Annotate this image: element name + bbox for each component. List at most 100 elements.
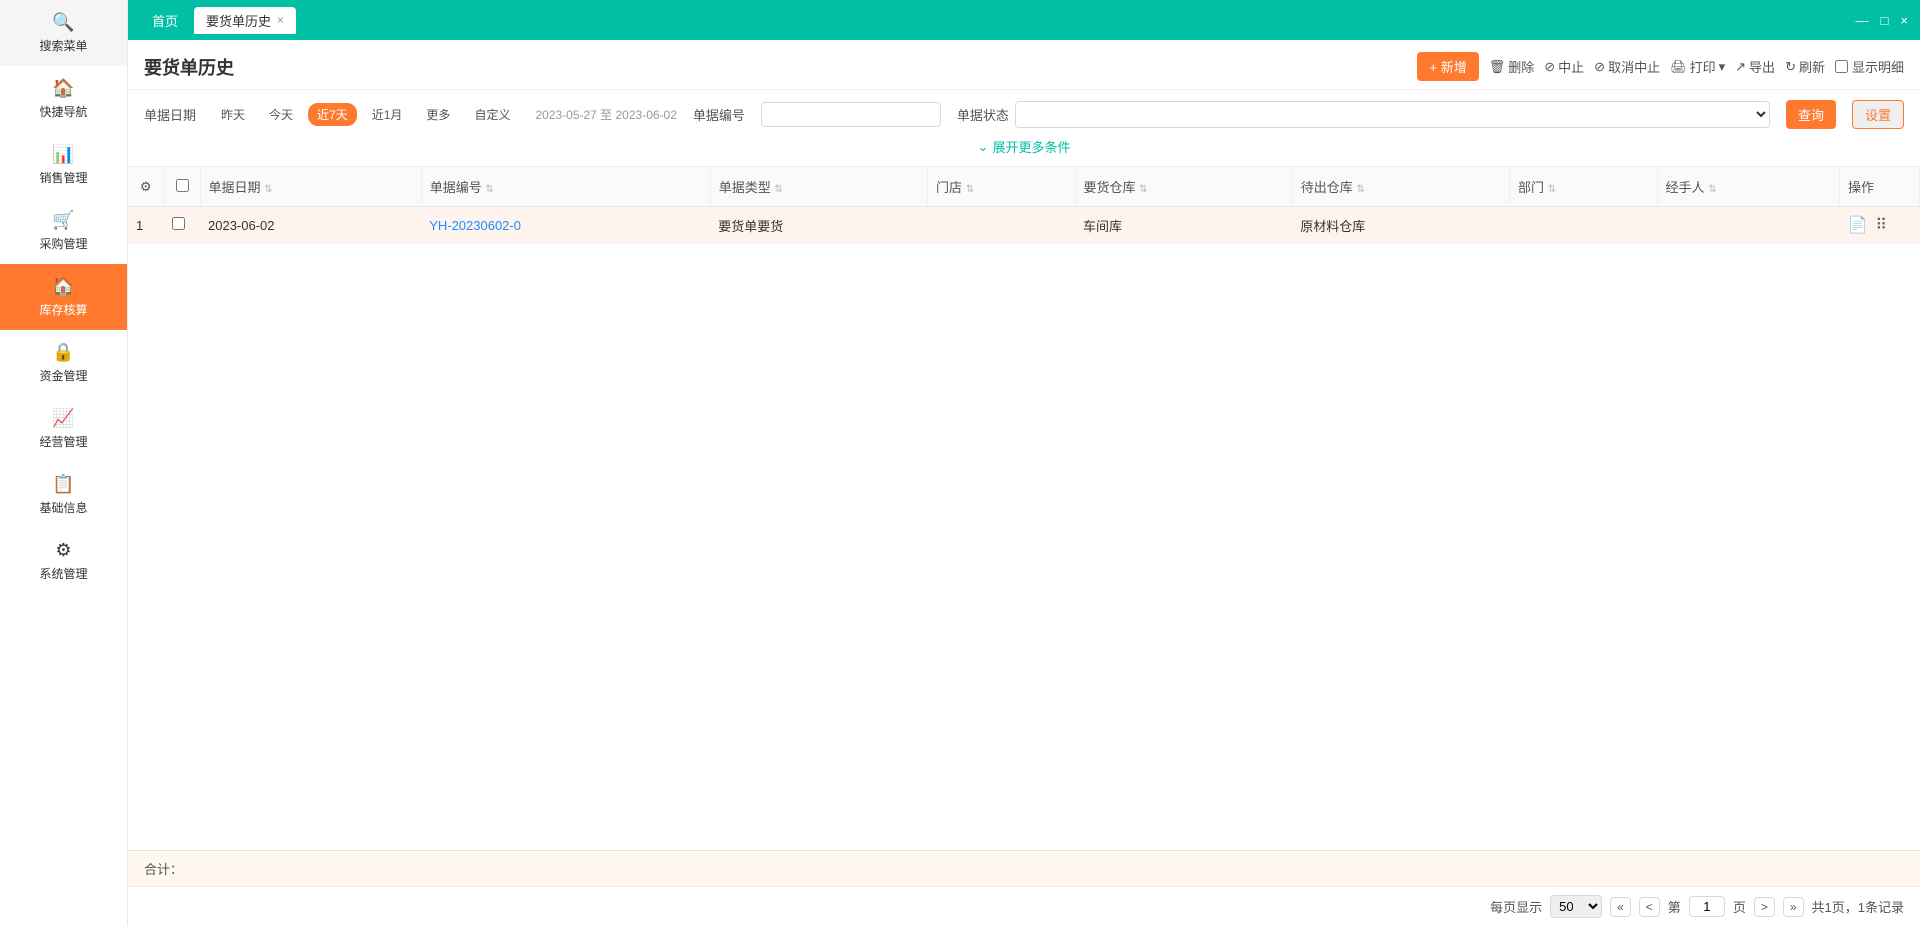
row-pending-warehouse: 原材料仓库	[1292, 207, 1509, 244]
th-req-warehouse[interactable]: 要货仓库 ⇅	[1075, 167, 1292, 207]
row-number[interactable]: YH-20230602-0	[421, 207, 710, 244]
sort-number-icon: ⇅	[485, 184, 493, 195]
doc-number-input[interactable]	[761, 102, 941, 127]
row-checkbox[interactable]	[164, 207, 200, 244]
per-page-label: 每页显示	[1490, 897, 1542, 916]
search-icon: 🔍	[52, 12, 74, 33]
expand-more-btn[interactable]: ⌄ 展开更多条件	[144, 137, 1904, 156]
page-label: 第	[1668, 897, 1681, 916]
prev-page-button[interactable]: <	[1639, 897, 1660, 917]
sort-pending-warehouse-icon: ⇅	[1356, 184, 1364, 195]
toolbar: + 新增 🗑 删除 ⊘ 中止 ⊘ 取消中止 🖨 打印 ▾	[1417, 52, 1904, 81]
close-window-button[interactable]: ×	[1900, 13, 1908, 28]
sidebar-item-shortcut[interactable]: 🏠 快捷导航	[0, 66, 127, 132]
row-edit-icon[interactable]: 📄	[1848, 215, 1868, 235]
show-detail-checkbox[interactable]	[1835, 60, 1848, 73]
sidebar-item-sales[interactable]: 📊 销售管理	[0, 132, 127, 198]
date-btn-7days[interactable]: 近7天	[308, 103, 357, 126]
gear-icon: ⚙	[55, 540, 71, 561]
doc-status-select[interactable]	[1015, 101, 1770, 128]
page-number-input[interactable]	[1689, 896, 1725, 917]
print-dropdown-icon: ▾	[1719, 59, 1726, 75]
lock-icon: 🔒	[52, 342, 74, 363]
select-all-checkbox[interactable]	[176, 179, 189, 192]
stop-icon: ⊘	[1544, 59, 1555, 75]
table-wrapper: ⚙ 单据日期 ⇅ 单据编号 ⇅ 单据类型	[128, 167, 1920, 850]
page-suffix: 页	[1733, 897, 1746, 916]
cancel-stop-button[interactable]: ⊘ 取消中止	[1594, 57, 1660, 76]
sidebar-item-search[interactable]: 🔍 搜索菜单	[0, 0, 127, 66]
th-department[interactable]: 部门 ⇅	[1510, 167, 1658, 207]
export-button[interactable]: ↗ 导出	[1735, 57, 1775, 76]
th-date[interactable]: 单据日期 ⇅	[200, 167, 421, 207]
tab-home[interactable]: 首页	[140, 7, 190, 34]
delete-icon: 🗑	[1489, 59, 1506, 75]
tab-active[interactable]: 要货单历史 ×	[194, 7, 296, 34]
date-btn-yesterday[interactable]: 昨天	[212, 103, 254, 126]
date-btn-today[interactable]: 今天	[260, 103, 302, 126]
th-store[interactable]: 门店 ⇅	[927, 167, 1075, 207]
per-page-select[interactable]: 50 10 20 100	[1550, 895, 1602, 918]
th-checkbox	[164, 167, 200, 207]
sidebar-item-operation[interactable]: 📈 经营管理	[0, 396, 127, 462]
date-label: 单据日期	[144, 105, 196, 124]
filter-row-1: 单据日期 昨天 今天 近7天 近1月 更多 自定义 2023-05-27 至 2…	[144, 100, 1904, 129]
doc-status-label: 单据状态	[957, 105, 1009, 124]
row-department	[1510, 207, 1658, 244]
th-type[interactable]: 单据类型 ⇅	[710, 167, 927, 207]
row-more-icon[interactable]: ⠿	[1875, 215, 1887, 235]
sort-store-icon: ⇅	[966, 184, 974, 195]
doc-number-label: 单据编号	[693, 105, 745, 124]
row-actions: 📄 ⠿	[1840, 207, 1920, 244]
cancel-stop-icon: ⊘	[1594, 59, 1605, 75]
maximize-button[interactable]: □	[1881, 13, 1889, 28]
sidebar-item-purchase[interactable]: 🛒 采购管理	[0, 198, 127, 264]
date-btn-1month[interactable]: 近1月	[363, 103, 412, 126]
first-page-button[interactable]: «	[1610, 897, 1631, 917]
last-page-button[interactable]: »	[1783, 897, 1804, 917]
th-number[interactable]: 单据编号 ⇅	[421, 167, 710, 207]
date-btn-more[interactable]: 更多	[417, 103, 459, 126]
page-title: 要货单历史	[144, 54, 234, 80]
row-index: 1	[128, 207, 164, 244]
new-button[interactable]: + 新增	[1417, 52, 1478, 81]
th-pending-warehouse[interactable]: 待出仓库 ⇅	[1292, 167, 1509, 207]
print-button[interactable]: 🖨 打印 ▾	[1670, 57, 1725, 76]
th-handler[interactable]: 经手人 ⇅	[1657, 167, 1839, 207]
settings-button[interactable]: 设置	[1852, 100, 1904, 129]
trend-icon: 📈	[52, 408, 74, 429]
topbar: 首页 要货单历史 × — □ ×	[128, 0, 1920, 40]
sort-department-icon: ⇅	[1548, 184, 1556, 195]
sidebar-item-basic[interactable]: 📋 基础信息	[0, 462, 127, 528]
inventory-icon: 🏠	[52, 276, 74, 297]
status-filter-wrapper: 单据状态	[957, 101, 1770, 128]
page-header: 要货单历史 + 新增 🗑 删除 ⊘ 中止 ⊘ 取消中止 🖨	[128, 40, 1920, 90]
sort-type-icon: ⇅	[774, 184, 782, 195]
next-page-button[interactable]: >	[1754, 897, 1775, 917]
sidebar: 🔍 搜索菜单 🏠 快捷导航 📊 销售管理 🛒 采购管理 🏠 库存核算 🔒 资金管…	[0, 0, 128, 926]
query-button[interactable]: 查询	[1786, 100, 1836, 129]
stop-button[interactable]: ⊘ 中止	[1544, 57, 1584, 76]
cart-icon: 🛒	[52, 210, 74, 231]
delete-button[interactable]: 🗑 删除	[1489, 57, 1535, 76]
tab-close-icon[interactable]: ×	[277, 13, 284, 27]
refresh-button[interactable]: ↻ 刷新	[1785, 57, 1825, 76]
sidebar-item-inventory[interactable]: 🏠 库存核算	[0, 264, 127, 330]
date-btn-custom[interactable]: 自定义	[465, 103, 519, 126]
print-icon: 🖨	[1670, 59, 1687, 75]
row-handler	[1657, 207, 1839, 244]
pagination: 每页显示 50 10 20 100 « < 第 页 > » 共1页，1条记录	[128, 886, 1920, 926]
total-info: 共1页，1条记录	[1812, 897, 1904, 916]
date-range-display: 2023-05-27 至 2023-06-02	[535, 106, 676, 123]
table-summary: 合计：	[128, 850, 1920, 886]
refresh-icon: ↻	[1785, 59, 1796, 75]
minimize-button[interactable]: —	[1856, 13, 1869, 28]
show-detail-toggle[interactable]: 显示明细	[1835, 57, 1904, 76]
row-req-warehouse: 车间库	[1075, 207, 1292, 244]
sidebar-item-finance[interactable]: 🔒 资金管理	[0, 330, 127, 396]
sort-req-warehouse-icon: ⇅	[1139, 184, 1147, 195]
sidebar-item-system[interactable]: ⚙ 系统管理	[0, 528, 127, 594]
topbar-window-controls: — □ ×	[1856, 13, 1908, 28]
export-icon: ↗	[1735, 59, 1746, 75]
th-settings[interactable]: ⚙	[128, 167, 164, 207]
